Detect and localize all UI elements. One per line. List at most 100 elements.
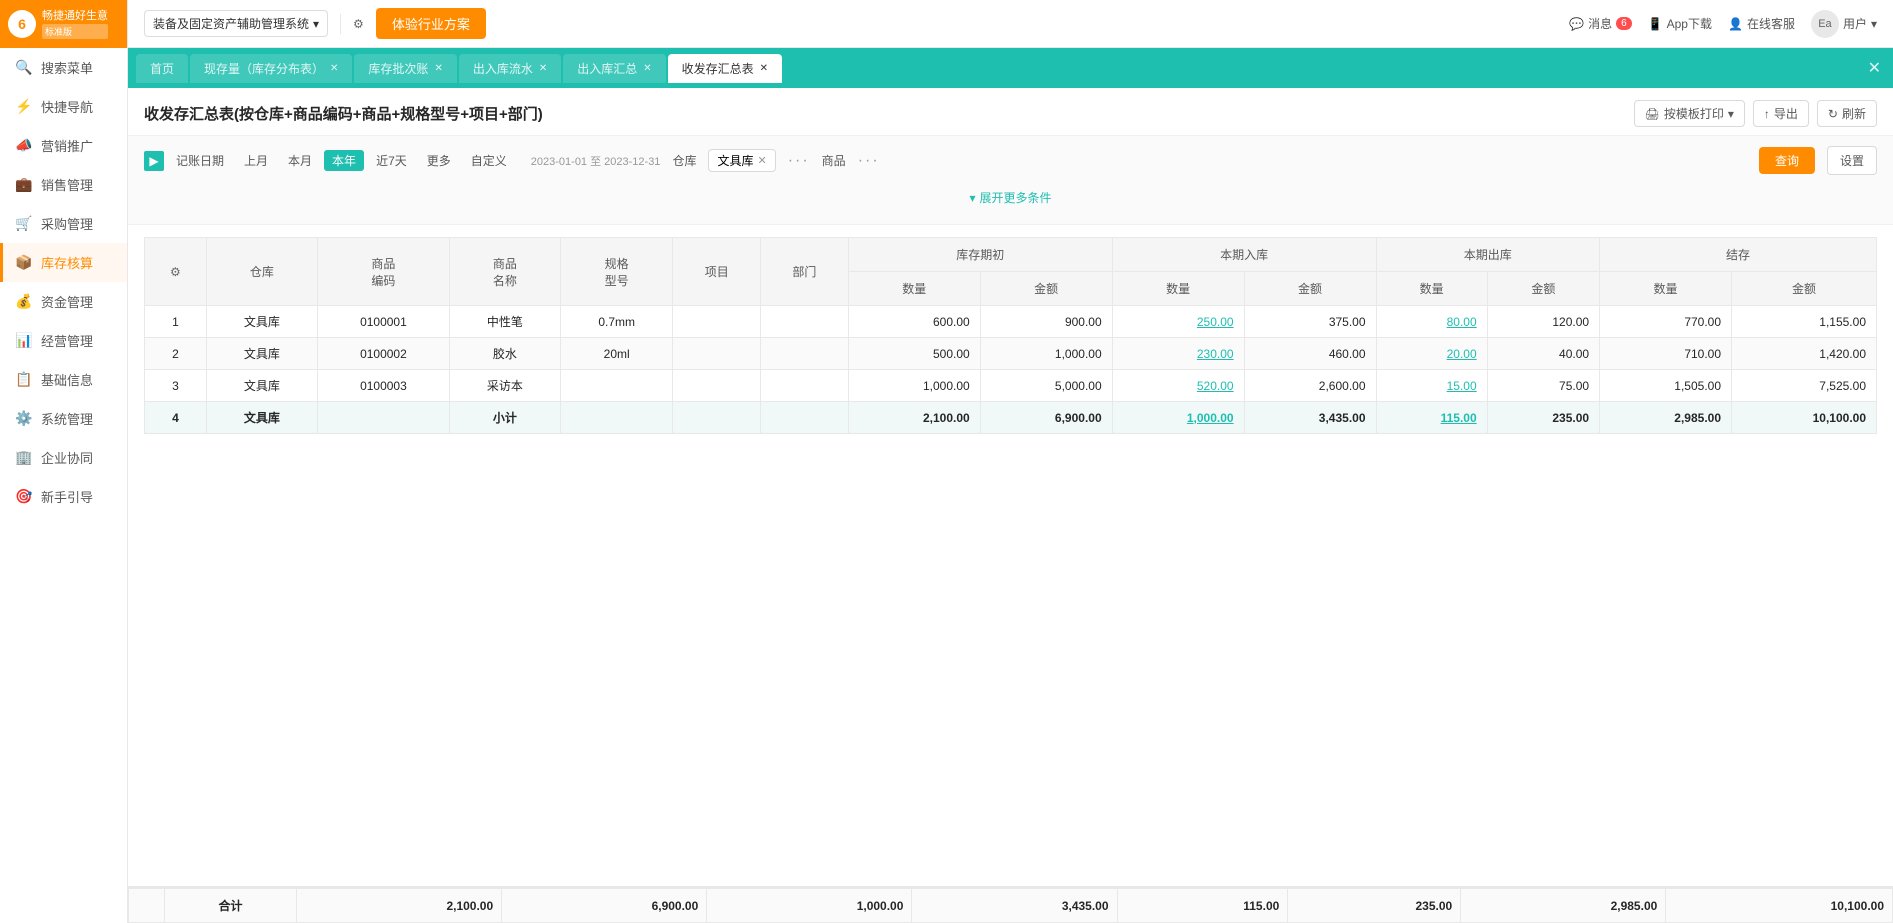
th-opening: 库存期初 — [848, 238, 1112, 272]
row-open-qty: 1,000.00 — [848, 370, 980, 402]
out-qty-link[interactable]: 20.00 — [1447, 347, 1477, 361]
marketing-icon: 📣 — [15, 137, 33, 154]
sidebar-item-label: 销售管理 — [41, 175, 93, 194]
refresh-button[interactable]: ↻ 刷新 — [1817, 100, 1877, 127]
table-row: 1 文具库 0100001 中性笔 0.7mm 600.00 900.00 25… — [145, 306, 1877, 338]
system-selector[interactable]: 装备及固定资产辅助管理系统 ▾ — [144, 10, 328, 37]
topbar-right: 💬 消息 6 📱 App下载 👤 在线客服 Ea 用户 ▾ — [1569, 10, 1877, 38]
sidebar-item-inventory[interactable]: 📦 库存核算 — [0, 243, 127, 282]
tab-close-icon[interactable]: ✕ — [330, 63, 338, 74]
in-qty-link[interactable]: 520.00 — [1197, 379, 1234, 393]
print-icon: 🖨 — [1645, 107, 1660, 121]
out-qty-link[interactable]: 80.00 — [1447, 315, 1477, 329]
date-btn-7days[interactable]: 近7天 — [368, 150, 415, 171]
tab-batch[interactable]: 库存批次账 ✕ — [354, 54, 456, 83]
footer-out-qty: 115.00 — [1117, 889, 1288, 923]
tab-close-icon[interactable]: ✕ — [760, 63, 768, 74]
chevron-down-icon: ▾ — [969, 191, 975, 205]
date-btn-this-month[interactable]: 本月 — [280, 150, 320, 171]
tab-close-icon[interactable]: ✕ — [434, 63, 442, 74]
tab-label: 出入库流水 — [473, 60, 533, 77]
th-goods-spec: 规格型号 — [560, 238, 672, 306]
sidebar: 6 畅捷通好生意 标准版 🔍 搜索菜单 ⚡ 快捷导航 📣 营销推广 💼 销售管理… — [0, 0, 128, 923]
date-btn-custom[interactable]: 自定义 — [463, 150, 515, 171]
message-btn[interactable]: 💬 消息 6 — [1569, 15, 1632, 32]
settings-btn[interactable]: 设置 — [1827, 146, 1877, 175]
row-open-qty: 600.00 — [848, 306, 980, 338]
filter-bar: ▶ 记账日期 上月 本月 本年 近7天 更多 自定义 2023-01-01 至 … — [128, 136, 1893, 225]
system-icon: ⚙️ — [15, 410, 33, 427]
goods-more-btn[interactable]: ··· — [858, 152, 880, 170]
filter-collapse-btn[interactable]: ▶ — [144, 151, 164, 171]
row-code — [317, 402, 449, 434]
out-qty-link[interactable]: 115.00 — [1441, 411, 1477, 425]
search-icon: 🔍 — [15, 59, 33, 76]
th-in-qty: 数量 — [1112, 272, 1244, 306]
sidebar-item-system[interactable]: ⚙️ 系统管理 — [0, 399, 127, 438]
in-qty-link[interactable]: 230.00 — [1197, 347, 1234, 361]
row-out-amt: 40.00 — [1487, 338, 1599, 370]
out-qty-link[interactable]: 15.00 — [1447, 379, 1477, 393]
sidebar-item-basic[interactable]: 📋 基础信息 — [0, 360, 127, 399]
warehouse-more-btn[interactable]: ··· — [788, 152, 810, 170]
date-range: 2023-01-01 至 2023-12-31 — [531, 153, 661, 169]
sidebar-item-finance[interactable]: 💰 资金管理 — [0, 282, 127, 321]
footer-bal-qty: 2,985.00 — [1461, 889, 1666, 923]
date-btn-this-year[interactable]: 本年 — [324, 150, 364, 171]
th-out-amt: 金额 — [1487, 272, 1599, 306]
row-name: 中性笔 — [449, 306, 560, 338]
settings-icon[interactable]: ⚙ — [170, 265, 181, 279]
row-in-amt: 2,600.00 — [1244, 370, 1376, 402]
tab-inventory-dist[interactable]: 现存量（库存分布表） ✕ — [190, 54, 352, 83]
sidebar-item-label: 企业协同 — [41, 448, 93, 467]
row-out-qty: 15.00 — [1376, 370, 1487, 402]
sidebar-item-search[interactable]: 🔍 搜索菜单 — [0, 48, 127, 87]
row-spec — [560, 370, 672, 402]
export-button[interactable]: ↑ 导出 — [1753, 100, 1809, 127]
trial-button[interactable]: 体验行业方案 — [376, 8, 486, 39]
gear-icon[interactable]: ⚙ — [353, 17, 364, 31]
close-all-tabs-icon[interactable]: ✕ — [1864, 54, 1885, 82]
sidebar-item-label: 库存核算 — [41, 253, 93, 272]
footer-out-amt: 235.00 — [1288, 889, 1461, 923]
date-btn-last-month[interactable]: 上月 — [236, 150, 276, 171]
sidebar-item-newbie[interactable]: 🎯 新手引导 — [0, 477, 127, 516]
in-qty-link[interactable]: 1,000.00 — [1187, 411, 1234, 425]
expand-more-btn[interactable]: ▾ 展开更多条件 — [969, 189, 1051, 206]
in-qty-link[interactable]: 250.00 — [1197, 315, 1234, 329]
th-warehouse: 仓库 — [206, 238, 317, 306]
row-in-amt: 3,435.00 — [1244, 402, 1376, 434]
sidebar-item-label: 资金管理 — [41, 292, 93, 311]
sidebar-item-sales[interactable]: 💼 销售管理 — [0, 165, 127, 204]
sidebar-item-quicknav[interactable]: ⚡ 快捷导航 — [0, 87, 127, 126]
filter-expand-row: ▾ 展开更多条件 — [144, 181, 1877, 214]
sidebar-item-enterprise[interactable]: 🏢 企业协同 — [0, 438, 127, 477]
chevron-down-icon: ▾ — [1728, 107, 1734, 121]
user-menu[interactable]: Ea 用户 ▾ — [1811, 10, 1877, 38]
tab-home[interactable]: 首页 — [136, 54, 188, 83]
query-button[interactable]: 查询 — [1759, 147, 1815, 174]
online-service-btn[interactable]: 👤 在线客服 — [1728, 15, 1795, 32]
table-row: 3 文具库 0100003 采访本 1,000.00 5,000.00 520.… — [145, 370, 1877, 402]
row-no: 1 — [145, 306, 207, 338]
tab-close-icon[interactable]: ✕ — [643, 63, 651, 74]
sidebar-item-purchase[interactable]: 🛒 采购管理 — [0, 204, 127, 243]
row-project — [673, 338, 761, 370]
sidebar-item-marketing[interactable]: 📣 营销推广 — [0, 126, 127, 165]
warehouse-tag-value: 文具库 — [717, 152, 753, 169]
row-open-amt: 1,000.00 — [980, 338, 1112, 370]
tab-stock-summary[interactable]: 收发存汇总表 ✕ — [668, 54, 782, 83]
goods-label: 商品 — [822, 152, 846, 169]
date-btn-more[interactable]: 更多 — [419, 150, 459, 171]
app-download-btn[interactable]: 📱 App下载 — [1648, 15, 1712, 32]
footer-row: 合计 2,100.00 6,900.00 1,000.00 3,435.00 1… — [129, 889, 1893, 923]
tab-inout-summary[interactable]: 出入库汇总 ✕ — [563, 54, 665, 83]
page-title: 收发存汇总表(按仓库+商品编码+商品+规格型号+项目+部门) — [144, 103, 543, 124]
tab-close-icon[interactable]: ✕ — [539, 63, 547, 74]
warehouse-tag-close[interactable]: ✕ — [757, 154, 766, 167]
row-open-qty: 2,100.00 — [848, 402, 980, 434]
print-button[interactable]: 🖨 按模板打印 ▾ — [1634, 100, 1745, 127]
sidebar-item-operation[interactable]: 📊 经营管理 — [0, 321, 127, 360]
tab-inout-flow[interactable]: 出入库流水 ✕ — [459, 54, 561, 83]
footer-in-qty: 1,000.00 — [707, 889, 912, 923]
